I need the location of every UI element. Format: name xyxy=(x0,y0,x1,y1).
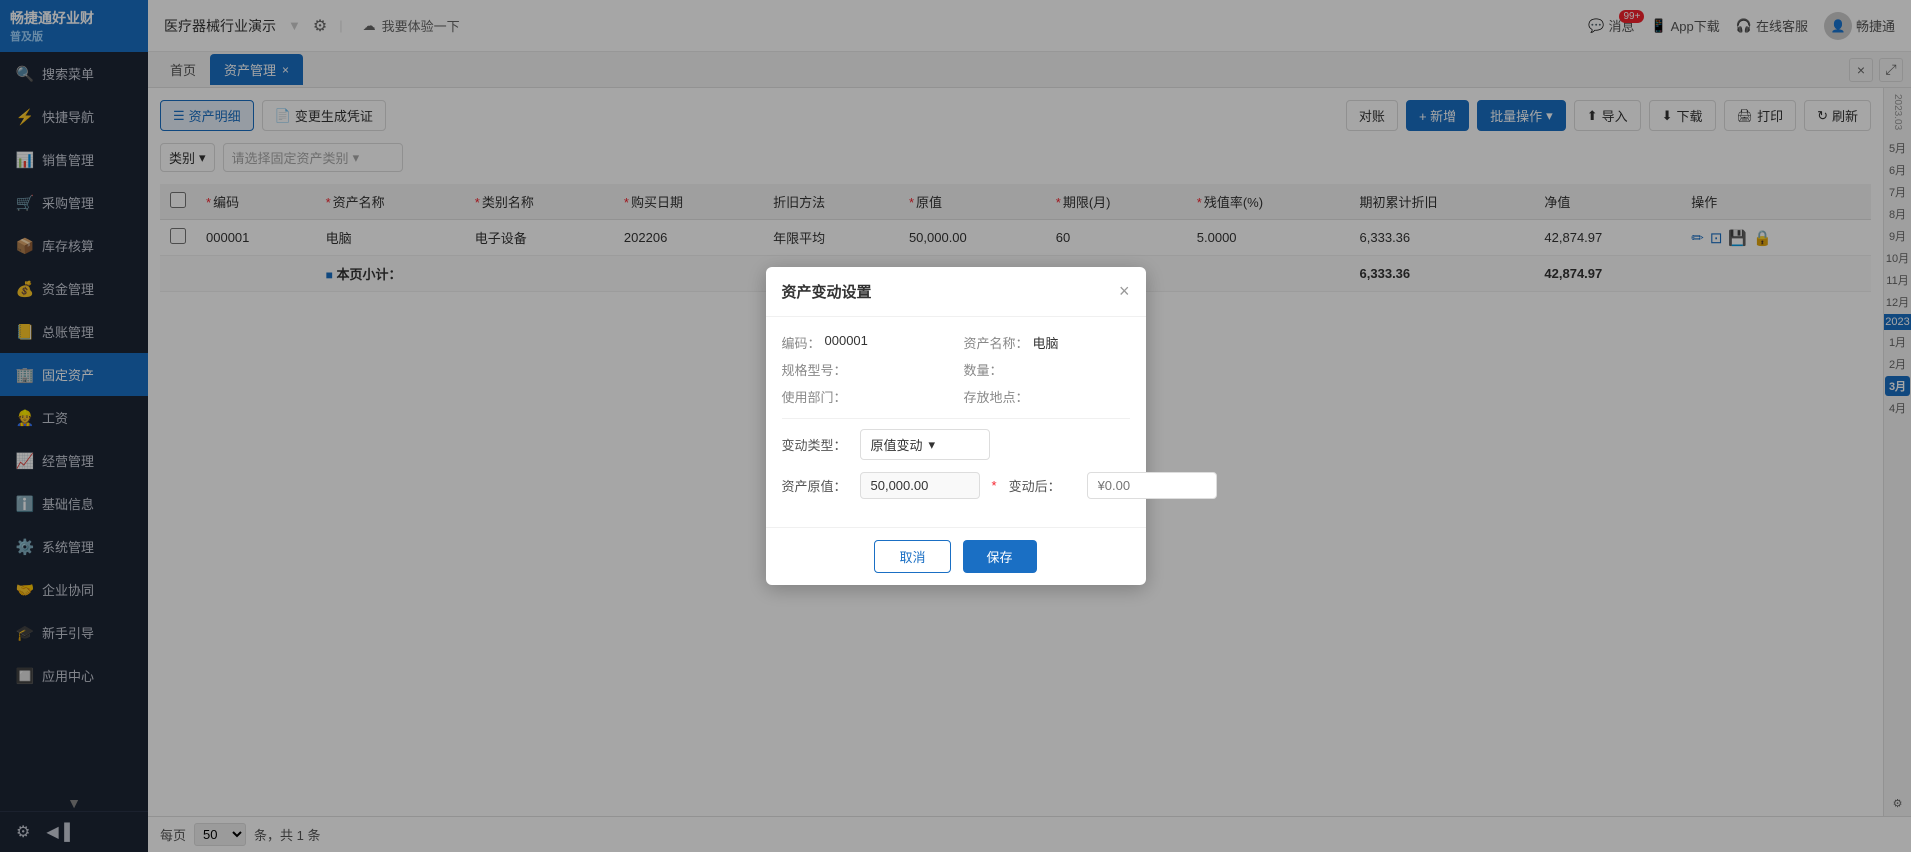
modal-footer: 取消 保存 xyxy=(766,527,1146,585)
modal-close-button[interactable]: × xyxy=(1119,281,1130,302)
modal-body: 编码： 000001 资产名称： 电脑 规格型号： 数量： 使用部门： xyxy=(766,317,1146,527)
modal-original-value-display: 50,000.00 xyxy=(860,472,980,499)
chevron-down-icon: ▾ xyxy=(929,437,936,453)
modal-divider xyxy=(782,418,1130,419)
modal-overlay: 资产变动设置 × 编码： 000001 资产名称： 电脑 规格型号： 数量： xyxy=(0,0,1911,852)
modal-value-row: 资产原值： 50,000.00 * 变动后： xyxy=(782,472,1130,499)
modal-header: 资产变动设置 × xyxy=(766,267,1146,317)
modal-save-button[interactable]: 保存 xyxy=(963,540,1037,573)
asset-change-modal: 资产变动设置 × 编码： 000001 资产名称： 电脑 规格型号： 数量： xyxy=(766,267,1146,585)
modal-department-field: 使用部门： xyxy=(782,387,948,406)
modal-change-type-row: 变动类型： 原值变动 ▾ xyxy=(782,429,1130,460)
modal-change-type-select[interactable]: 原值变动 ▾ xyxy=(860,429,990,460)
modal-info-grid: 编码： 000001 资产名称： 电脑 规格型号： 数量： 使用部门： xyxy=(782,333,1130,406)
modal-spec-field: 规格型号： xyxy=(782,360,948,379)
modal-after-change-input[interactable] xyxy=(1087,472,1217,499)
modal-quantity-field: 数量： xyxy=(964,360,1130,379)
modal-after-change-label: 变动后： xyxy=(1009,476,1079,495)
required-star: * xyxy=(992,478,997,493)
modal-title: 资产变动设置 xyxy=(782,281,872,302)
modal-location-field: 存放地点： xyxy=(964,387,1130,406)
modal-code-field: 编码： 000001 xyxy=(782,333,948,352)
modal-original-value-label: 资产原值： xyxy=(782,476,852,495)
modal-cancel-button[interactable]: 取消 xyxy=(874,540,950,573)
modal-asset-name-field: 资产名称： 电脑 xyxy=(964,333,1130,352)
modal-change-type-label: 变动类型： xyxy=(782,435,852,454)
